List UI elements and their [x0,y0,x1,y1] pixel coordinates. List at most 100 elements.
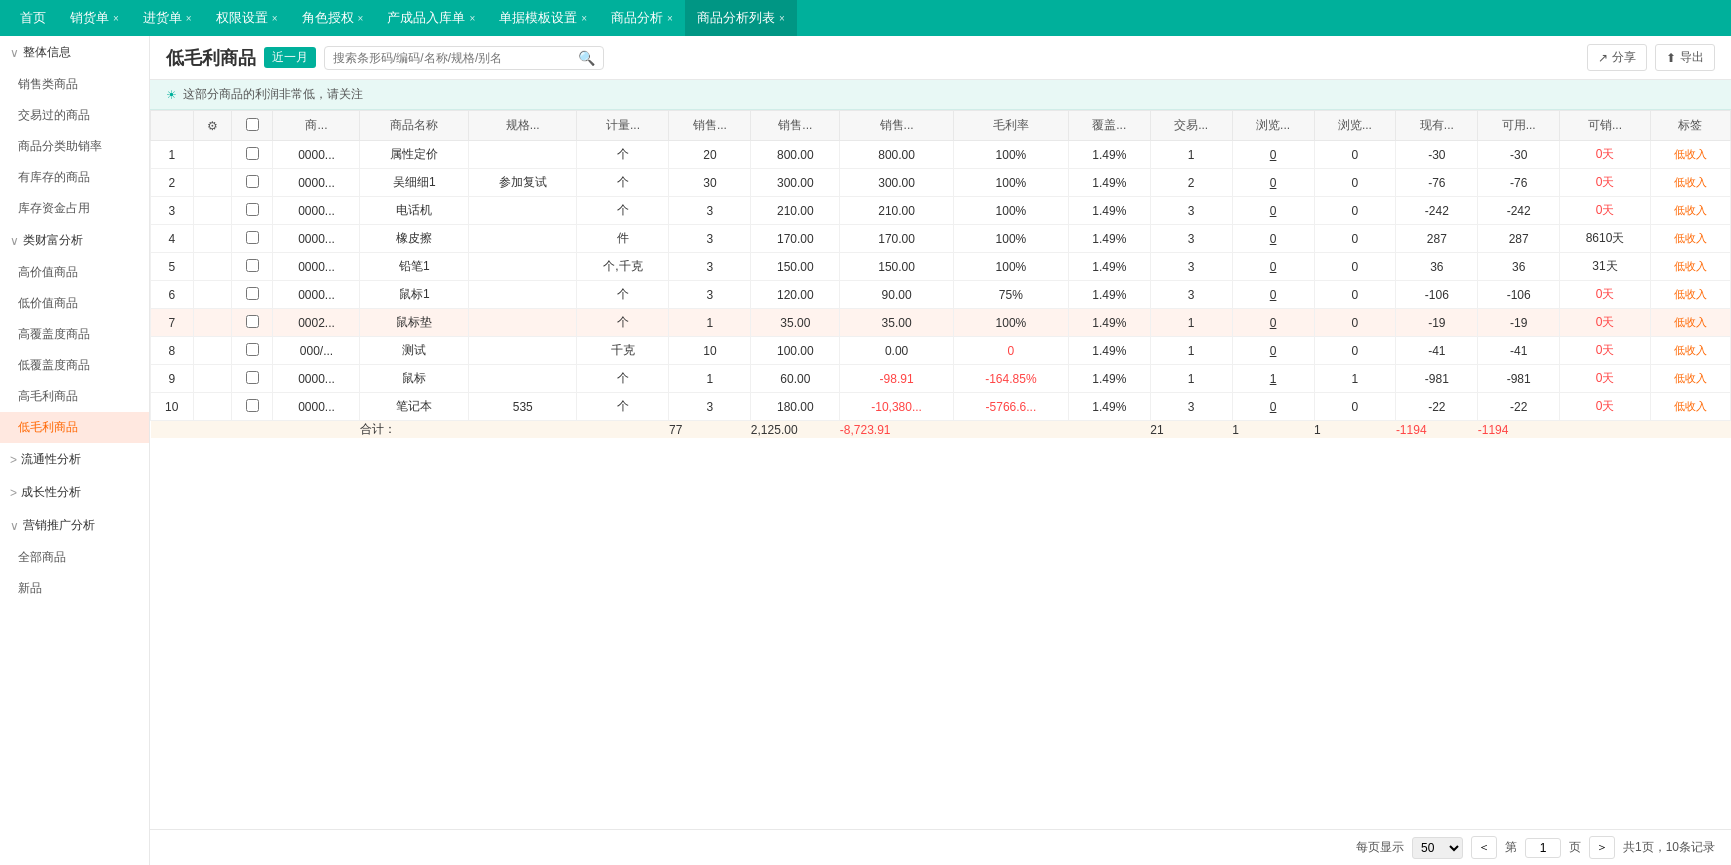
share-button[interactable]: ↗ 分享 [1587,44,1647,71]
cell-checkbox[interactable] [231,197,273,225]
cell-name: 橡皮擦 [360,225,469,253]
next-page-btn[interactable]: ＞ [1589,836,1615,859]
cell-sales_profit: 90.00 [840,281,954,309]
views-link[interactable]: 1 [1270,372,1277,386]
sidebar-item-高价值商品[interactable]: 高价值商品 [0,257,149,288]
views-link[interactable]: 0 [1270,288,1277,302]
nav-close-icon[interactable]: × [358,13,364,24]
prev-page-btn[interactable]: ＜ [1471,836,1497,859]
sidebar-item-高毛利商品[interactable]: 高毛利商品 [0,381,149,412]
search-input[interactable] [333,51,578,65]
summary-cell-15: -1194 [1478,421,1560,439]
sidebar-item-销售类商品[interactable]: 销售类商品 [0,69,149,100]
sidebar-item-商品分类助销率[interactable]: 商品分类助销率 [0,131,149,162]
nav-item-商品分析列表[interactable]: 商品分析列表× [685,0,797,36]
cell-sales_profit: -98.91 [840,365,954,393]
sidebar-item-有库存的商品[interactable]: 有库存的商品 [0,162,149,193]
select-all-checkbox[interactable] [246,118,259,131]
sidebar-item-低毛利商品[interactable]: 低毛利商品 [0,412,149,443]
sidebar-group-成长性分析[interactable]: >成长性分析 [0,476,149,509]
cell-spec [468,197,577,225]
summary-cell-16 [1560,421,1651,439]
sidebar-item-交易过的商品[interactable]: 交易过的商品 [0,100,149,131]
cell-checkbox[interactable] [231,253,273,281]
nav-item-单据模板设置[interactable]: 单据模板设置× [487,0,599,36]
cell-name: 鼠标垫 [360,309,469,337]
cell-spec [468,225,577,253]
row-checkbox[interactable] [246,315,259,328]
sidebar-item-全部商品[interactable]: 全部商品 [0,542,149,573]
views-link[interactable]: 0 [1270,232,1277,246]
nav-close-icon[interactable]: × [113,13,119,24]
row-checkbox[interactable] [246,147,259,160]
cell-checkbox[interactable] [231,337,273,365]
row-checkbox[interactable] [246,203,259,216]
cell-sales_profit: 210.00 [840,197,954,225]
sidebar-group-整体信息[interactable]: ∨整体信息 [0,36,149,69]
cell-checkbox[interactable] [231,141,273,169]
nav-close-icon[interactable]: × [667,13,673,24]
nav-item-进货单[interactable]: 进货单× [131,0,204,36]
nav-close-icon[interactable]: × [272,13,278,24]
sidebar-item-高覆盖度商品[interactable]: 高覆盖度商品 [0,319,149,350]
nav-close-icon[interactable]: × [469,13,475,24]
per-page-select[interactable]: 50 100 200 [1412,837,1463,859]
cell-checkbox[interactable] [231,365,273,393]
cell-tag: 低收入 [1650,337,1730,365]
sidebar-item-低覆盖度商品[interactable]: 低覆盖度商品 [0,350,149,381]
export-label: 导出 [1680,49,1704,66]
table-container[interactable]: ⚙商...商品名称规格...计量...销售...销售...销售...毛利率覆盖.… [150,110,1731,829]
row-checkbox[interactable] [246,287,259,300]
export-button[interactable]: ⬆ 导出 [1655,44,1715,71]
nav-close-icon[interactable]: × [779,13,785,24]
nav-close-icon[interactable]: × [186,13,192,24]
sidebar-group-营销推广分析[interactable]: ∨营销推广分析 [0,509,149,542]
nav-item-销货单[interactable]: 销货单× [58,0,131,36]
cell-coverage: 1.49% [1068,365,1150,393]
nav-item-权限设置[interactable]: 权限设置× [204,0,290,36]
tag-badge: 低收入 [1674,400,1707,412]
cell-checkbox[interactable] [231,169,273,197]
sidebar-group-流通性分析[interactable]: >流通性分析 [0,443,149,476]
cell-available: -30 [1478,141,1560,169]
nav-item-商品分析[interactable]: 商品分析× [599,0,685,36]
cell-checkbox[interactable] [231,281,273,309]
cell-checkbox[interactable] [231,309,273,337]
row-checkbox[interactable] [246,175,259,188]
sidebar-item-库存资金占用[interactable]: 库存资金占用 [0,193,149,224]
nav-close-icon[interactable]: × [581,13,587,24]
cell-checkbox[interactable] [231,225,273,253]
cell-current_stock: -981 [1396,365,1478,393]
views-link[interactable]: 0 [1270,176,1277,190]
sidebar-item-新品[interactable]: 新品 [0,573,149,604]
sidebar-group-类财富分析[interactable]: ∨类财富分析 [0,224,149,257]
nav-item-首页[interactable]: 首页 [8,0,58,36]
cell-gross_rate: 0 [953,337,1068,365]
views-link[interactable]: 0 [1270,316,1277,330]
page-input[interactable] [1525,838,1561,858]
row-no: 1 [151,141,194,169]
views-link[interactable]: 0 [1270,260,1277,274]
views-link[interactable]: 0 [1270,344,1277,358]
row-checkbox[interactable] [246,259,259,272]
col-settings[interactable]: ⚙ [193,111,231,141]
views-link[interactable]: 0 [1270,148,1277,162]
cell-code: 0000... [273,141,360,169]
row-checkbox[interactable] [246,231,259,244]
cell-checkbox[interactable] [231,393,273,421]
row-checkbox[interactable] [246,371,259,384]
views-link[interactable]: 0 [1270,204,1277,218]
nav-item-角色授权[interactable]: 角色授权× [290,0,376,36]
cell-code: 000/... [273,337,360,365]
sellable-days: 0天 [1596,371,1615,385]
time-filter-btn[interactable]: 近一月 [264,47,316,68]
settings-icon[interactable]: ⚙ [207,119,218,133]
table-row: 8000/...测试千克10100.000.0001.49%100-41-410… [151,337,1731,365]
nav-item-产成品入库单[interactable]: 产成品入库单× [375,0,487,36]
cell-sales_count: 3 [669,225,751,253]
sidebar-item-低价值商品[interactable]: 低价值商品 [0,288,149,319]
row-checkbox[interactable] [246,399,259,412]
col-checkbox[interactable] [231,111,273,141]
row-checkbox[interactable] [246,343,259,356]
views-link[interactable]: 0 [1270,400,1277,414]
